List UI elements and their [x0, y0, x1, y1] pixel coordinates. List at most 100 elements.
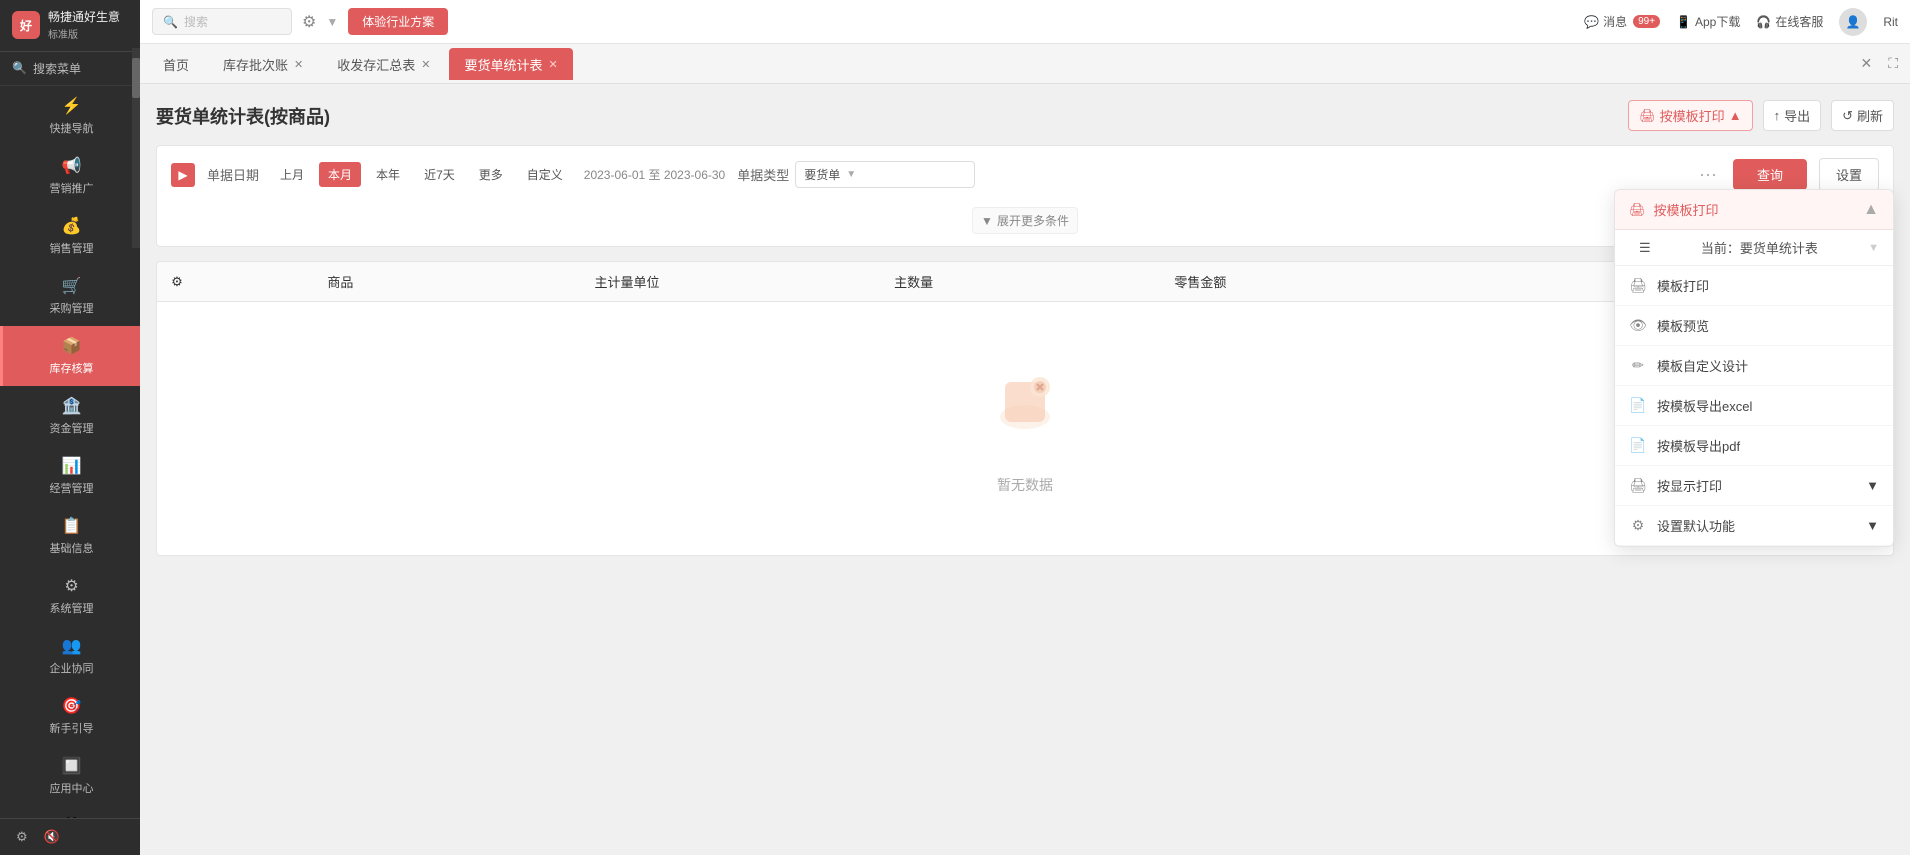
type-select[interactable]: 要货单 ▼	[795, 161, 975, 188]
sidebar-search[interactable]: 🔍 搜索菜单	[0, 52, 140, 86]
col-retail: 零售金额	[1057, 272, 1344, 291]
sidebar-item-guide[interactable]: 🎯 新手引导	[0, 686, 140, 746]
app-logo[interactable]: 好 畅捷通好生意 标准版	[0, 0, 140, 52]
dropdown-display-print-left: 🖨 按显示打印	[1629, 476, 1722, 495]
inventory-icon: 📦	[62, 336, 82, 356]
date-btn-prev[interactable]: 上月	[271, 162, 313, 187]
sidebar-item-label: 系统管理	[50, 600, 94, 616]
template-print-label: 按模板打印	[1660, 106, 1725, 125]
dropdown-display-print[interactable]: 🖨 按显示打印 ▼	[1615, 466, 1893, 506]
tab-home[interactable]: 首页	[148, 48, 204, 80]
message-badge: 99+	[1633, 15, 1660, 28]
message-item[interactable]: 💬 消息 99+	[1584, 13, 1660, 30]
date-btn-more[interactable]: 更多	[470, 162, 512, 187]
sidebar-item-basic[interactable]: 📋 基础信息	[0, 506, 140, 566]
printer-icon: 🖨	[1639, 108, 1656, 124]
date-btn-7days[interactable]: 近7天	[415, 162, 464, 187]
template-preview-icon: 👁	[1629, 317, 1647, 334]
logo-text-block: 畅捷通好生意 标准版	[48, 10, 120, 41]
app-download-label: App下载	[1695, 13, 1740, 30]
topbar-search[interactable]: 🔍 搜索	[152, 8, 292, 35]
tab-order-summary-close[interactable]: ✕	[549, 58, 558, 71]
sidebar-item-wechat[interactable]: 💬 企业微信	[0, 806, 140, 818]
export-label: 导出	[1784, 106, 1810, 125]
tab-batch-account-close[interactable]: ✕	[294, 58, 303, 71]
chevron-up-icon: ▲	[1729, 108, 1742, 123]
settings-icon[interactable]: ⚙	[16, 829, 28, 845]
refresh-btn[interactable]: ↺ 刷新	[1831, 100, 1894, 131]
dropdown-item-template-print[interactable]: 🖨 模板打印	[1615, 266, 1893, 306]
dropdown-default-fn[interactable]: ⚙ 设置默认功能 ▼	[1615, 506, 1893, 546]
appstore-icon: 🔲	[62, 756, 82, 776]
dropdown-close-btn[interactable]: ▲	[1863, 201, 1879, 219]
filter-dates: 上月 本月 本年 近7天 更多 自定义	[271, 162, 572, 187]
dropdown-item-template-pdf[interactable]: 📄 按模板导出pdf	[1615, 426, 1893, 466]
tab-close-window-btn[interactable]: ✕	[1856, 51, 1876, 76]
sidebar-item-label: 采购管理	[50, 300, 94, 316]
more-actions-btn[interactable]: ···	[1695, 164, 1721, 185]
avatar-icon: 👤	[1846, 15, 1861, 29]
sidebar-item-system[interactable]: ⚙ 系统管理	[0, 566, 140, 626]
tab-expand-btn[interactable]: ⛶	[1884, 51, 1902, 76]
sidebar-item-sales[interactable]: 💰 销售管理	[0, 206, 140, 266]
online-service-item[interactable]: 🎧 在线客服	[1756, 13, 1823, 30]
template-excel-icon: 📄	[1629, 397, 1647, 414]
dropdown-item-label: 模板自定义设计	[1657, 356, 1748, 375]
sidebar-item-operation[interactable]: 📊 经营管理	[0, 446, 140, 506]
sidebar-item-finance[interactable]: 🏦 资金管理	[0, 386, 140, 446]
sidebar-item-quick-nav[interactable]: ⚡ 快捷导航	[0, 86, 140, 146]
export-btn[interactable]: ↑ 导出	[1763, 100, 1822, 131]
tab-receipt-summary[interactable]: 收发存汇总表 ✕	[322, 48, 445, 80]
sidebar-item-inventory[interactable]: 📦 库存核算	[0, 326, 140, 386]
dropdown-item-template-excel[interactable]: 📄 按模板导出excel	[1615, 386, 1893, 426]
sidebar-item-purchase[interactable]: 🛒 采购管理	[0, 266, 140, 326]
tab-receipt-summary-close[interactable]: ✕	[421, 58, 430, 71]
col-qty: 主数量	[770, 272, 1057, 291]
dropdown-item-template-custom[interactable]: ✏ 模板自定义设计	[1615, 346, 1893, 386]
default-fn-label: 设置默认功能	[1657, 516, 1735, 535]
sidebar-item-marketing[interactable]: 📢 营销推广	[0, 146, 140, 206]
expand-more-btn[interactable]: ▼ 展开更多条件	[972, 207, 1078, 234]
headset-icon: 🎧	[1756, 15, 1771, 29]
sidebar: 好 畅捷通好生意 标准版 🔍 搜索菜单 ⚡ 快捷导航 📢 营销推广 💰 销售管理…	[0, 0, 140, 855]
dropdown-current-item[interactable]: ☰ 当前：要货单统计表 ▼	[1615, 230, 1893, 265]
topbar-gear-icon[interactable]: ⚙	[302, 12, 316, 32]
dropdown-item-template-preview[interactable]: 👁 模板预览	[1615, 306, 1893, 346]
sidebar-item-collab[interactable]: 👥 企业协同	[0, 626, 140, 686]
dropdown-default-fn-left: ⚙ 设置默认功能	[1629, 516, 1735, 535]
topbar-dropdown-icon[interactable]: ▼	[326, 15, 338, 29]
template-print-btn[interactable]: 🖨 按模板打印 ▲	[1628, 100, 1752, 131]
query-btn[interactable]: 查询	[1733, 159, 1807, 190]
message-label: 消息	[1603, 13, 1627, 30]
expand-more-icon: ▼	[981, 214, 993, 228]
page-header: 要货单统计表(按商品) 🖨 按模板打印 ▲ ↑ 导出 ↺ 刷新	[156, 100, 1894, 131]
date-btn-current[interactable]: 本月	[319, 162, 361, 187]
sidebar-scrollbar	[132, 48, 140, 248]
filter-expand-btn[interactable]: ▶	[171, 163, 195, 187]
date-btn-custom[interactable]: 自定义	[518, 162, 572, 187]
sidebar-search-label: 搜索菜单	[33, 60, 81, 77]
industry-btn[interactable]: 体验行业方案	[348, 8, 448, 35]
filter-type-section: 单据类型 要货单 ▼	[737, 161, 1204, 188]
purchase-icon: 🛒	[62, 276, 82, 296]
sales-icon: 💰	[62, 216, 82, 236]
operation-icon: 📊	[62, 456, 82, 476]
dropdown-item-label: 按模板导出pdf	[1657, 436, 1740, 455]
col-settings[interactable]: ⚙	[157, 274, 197, 290]
mute-icon[interactable]: 🔇	[44, 829, 60, 845]
date-btn-year[interactable]: 本年	[367, 162, 409, 187]
dropdown-header: 🖨 按模板打印 ▲	[1615, 190, 1893, 230]
sidebar-item-label: 企业协同	[50, 660, 94, 676]
user-avatar[interactable]: 👤	[1839, 8, 1867, 36]
sidebar-item-label: 快捷导航	[50, 120, 94, 136]
sidebar-item-label: 应用中心	[50, 780, 94, 796]
settings-btn[interactable]: 设置	[1819, 158, 1879, 191]
tab-order-summary[interactable]: 要货单统计表 ✕	[449, 48, 572, 80]
sidebar-item-appstore[interactable]: 🔲 应用中心	[0, 746, 140, 806]
app-download-item[interactable]: 📱 App下载	[1676, 13, 1740, 30]
sidebar-item-label: 销售管理	[50, 240, 94, 256]
tab-batch-account[interactable]: 库存批次账 ✕	[208, 48, 318, 80]
filter-date-range: 2023-06-01 至 2023-06-30	[584, 166, 725, 183]
page-title: 要货单统计表(按商品)	[156, 103, 330, 129]
dropdown-item-label: 模板打印	[1657, 276, 1709, 295]
